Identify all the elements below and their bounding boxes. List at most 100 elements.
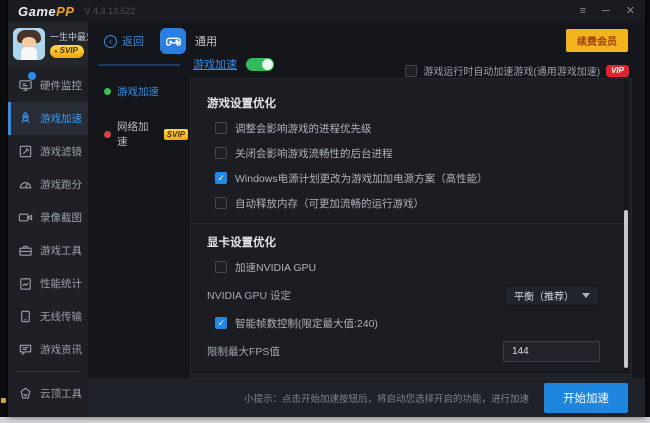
option-free-memory: 自动释放内存（可更加流畅的运行游戏） — [215, 195, 613, 211]
news-icon — [19, 344, 32, 356]
toolbox-icon — [19, 245, 32, 256]
sidebar-item-benchmark[interactable]: 游戏跑分 — [8, 168, 88, 201]
subnav-item-network-boost[interactable]: 网络加速 SVIP — [88, 109, 188, 159]
auto-boost-label: 游戏运行时自动加速游戏(通用游戏加速) — [423, 67, 601, 78]
gamepad-icon — [165, 37, 181, 46]
sidebar: 一生中最爱 SVIP 硬件监控 游戏加速 游戏滤镜 — [8, 22, 96, 417]
desktop-taskbar-strip — [0, 417, 650, 423]
option-label: 关闭会影响游戏流畅性的后台进程 — [235, 147, 393, 160]
stats-clipboard-icon — [20, 278, 31, 290]
sidebar-item-label: 游戏加速 — [40, 113, 82, 125]
main-area: ‹ 返回 通用 续费会员 游戏加速 游戏运行时自动加速游戏(通用游戏加速) VI… — [88, 22, 645, 417]
desktop-icon-fragment — [1, 398, 6, 403]
logo-game-text: Game — [18, 3, 57, 19]
subnav-label: 网络加速 — [117, 121, 149, 148]
sidebar-item-label: 云顶工具 — [40, 388, 82, 400]
sidebar-item-label: 性能统计 — [40, 278, 82, 290]
sidebar-divider — [16, 371, 80, 372]
back-button[interactable]: ‹ 返回 — [104, 33, 144, 49]
svip-mini-badge: SVIP — [163, 128, 188, 140]
sidebar-item-game-filter[interactable]: 游戏滤镜 — [8, 135, 88, 168]
sidebar-item-hardware-monitor[interactable]: 硬件监控 — [8, 69, 88, 102]
option-power-plan: Windows电源计划更改为游戏加加电源方案（高性能） — [215, 170, 613, 186]
checkbox[interactable] — [215, 317, 227, 329]
game-boost-toggle[interactable] — [246, 57, 274, 71]
sidebar-item-label: 无线传输 — [40, 311, 82, 323]
sidebar-item-label: 游戏滤镜 — [40, 146, 82, 158]
menu-icon[interactable]: ≡ — [580, 5, 586, 17]
sidebar-item-game-news[interactable]: 游戏资讯 — [8, 333, 88, 366]
checkbox[interactable] — [215, 172, 227, 184]
sidebar-item-label: 游戏工具 — [40, 245, 82, 257]
footer-bar: 小提示：点击开始加速按钮后，将启动您选择开启的功能，进行加速 开始加速 — [88, 378, 645, 417]
subnav-label: 游戏加速 — [117, 86, 159, 98]
red-dot-icon — [104, 130, 111, 138]
sidebar-item-label: 游戏跑分 — [40, 179, 82, 191]
back-label: 返回 — [122, 36, 144, 48]
close-icon[interactable]: ✕ — [626, 5, 635, 17]
fps-limit-label: 限制最大FPS值 — [207, 345, 280, 358]
option-smart-fps: 智能帧数控制(限定最大值:240) — [215, 315, 613, 331]
filter-icon — [19, 145, 32, 158]
gamepp-window: GamePP V 4.3.13.522 ≡ ─ ✕ 一生中最爱 SVIP — [8, 0, 645, 417]
rocket-icon — [21, 111, 30, 124]
option-label: 加速NVIDIA GPU — [235, 261, 317, 274]
tft-icon — [20, 387, 31, 399]
user-name: 一生中最爱 — [50, 32, 96, 43]
back-arrow-icon: ‹ — [104, 34, 117, 48]
option-label: 智能帧数控制(限定最大值:240) — [235, 317, 378, 330]
titlebar: GamePP V 4.3.13.522 ≡ ─ ✕ — [8, 0, 645, 22]
general-tab-icon — [160, 28, 186, 54]
sidebar-menu: 硬件监控 游戏加速 游戏滤镜 游戏跑分 录像截图 游戏工具 性能统计 无线传输 … — [8, 66, 88, 417]
avatar — [13, 28, 45, 60]
subnav-divider — [98, 64, 180, 66]
sidebar-item-tft-tools[interactable]: 云顶工具 — [8, 377, 88, 410]
hardware-monitor-icon — [19, 80, 32, 91]
scrollbar-track[interactable] — [624, 82, 628, 374]
renew-membership-button[interactable]: 续费会员 — [566, 29, 628, 52]
settings-panel: 游戏设置优化 调整会影响游戏的进程优先级 关闭会影响游戏流畅性的后台进程 Win… — [190, 78, 632, 378]
sidebar-item-label: 硬件监控 — [40, 80, 82, 92]
game-boost-link[interactable]: 游戏加速 — [193, 56, 237, 72]
svip-badge: SVIP — [50, 45, 84, 58]
checkbox[interactable] — [215, 197, 227, 209]
tablet-icon — [21, 310, 30, 323]
fps-limit-input[interactable] — [503, 340, 600, 362]
fps-limit-row: 限制最大FPS值 — [207, 340, 613, 362]
app-logo: GamePP — [18, 4, 74, 19]
user-profile[interactable]: 一生中最爱 SVIP — [8, 22, 96, 66]
option-close-background: 关闭会影响游戏流畅性的后台进程 — [215, 145, 613, 161]
page-title: 通用 — [195, 36, 217, 48]
subnav-item-game-boost[interactable]: 游戏加速 — [88, 74, 188, 109]
gauge-icon — [19, 182, 32, 189]
footer-tip: 小提示：点击开始加速按钮后，将启动您选择开启的功能，进行加速 — [243, 393, 529, 405]
option-label: 自动释放内存（可更加流畅的运行游戏） — [235, 197, 424, 210]
section-title-game-settings: 游戏设置优化 — [207, 98, 276, 110]
gpu-mode-row: NVIDIA GPU 设定 平衡（推荐） — [207, 284, 613, 306]
start-boost-button[interactable]: 开始加速 — [544, 382, 628, 413]
sidebar-item-wireless-transfer[interactable]: 无线传输 — [8, 300, 88, 333]
option-label: 调整会影响游戏的进程优先级 — [235, 122, 372, 135]
vip-badge: VIP — [606, 64, 629, 77]
chevron-down-icon — [582, 292, 590, 298]
logo-pp-text: PP — [56, 3, 75, 19]
section-divider — [191, 374, 631, 375]
checkbox[interactable] — [215, 147, 227, 159]
scrollbar-thumb[interactable] — [624, 210, 628, 369]
option-accelerate-gpu: 加速NVIDIA GPU — [215, 259, 613, 275]
minimize-icon[interactable]: ─ — [602, 5, 610, 17]
checkbox[interactable] — [215, 261, 227, 273]
sidebar-item-performance-stats[interactable]: 性能统计 — [8, 267, 88, 300]
green-dot-icon — [104, 88, 111, 95]
sidebar-item-recording[interactable]: 录像截图 — [8, 201, 88, 234]
boost-subnav: 游戏加速 网络加速 SVIP — [88, 74, 188, 159]
checkbox[interactable] — [215, 122, 227, 134]
sidebar-item-label: 录像截图 — [40, 212, 82, 224]
sidebar-item-label: 游戏资讯 — [40, 344, 82, 356]
option-label: Windows电源计划更改为游戏加加电源方案（高性能） — [235, 172, 488, 185]
gpu-mode-label: NVIDIA GPU 设定 — [207, 289, 292, 302]
sidebar-item-game-boost[interactable]: 游戏加速 — [8, 102, 88, 135]
gpu-mode-dropdown[interactable]: 平衡（推荐） — [505, 284, 599, 306]
sidebar-item-game-tools[interactable]: 游戏工具 — [8, 234, 88, 267]
auto-boost-checkbox[interactable] — [405, 64, 418, 77]
